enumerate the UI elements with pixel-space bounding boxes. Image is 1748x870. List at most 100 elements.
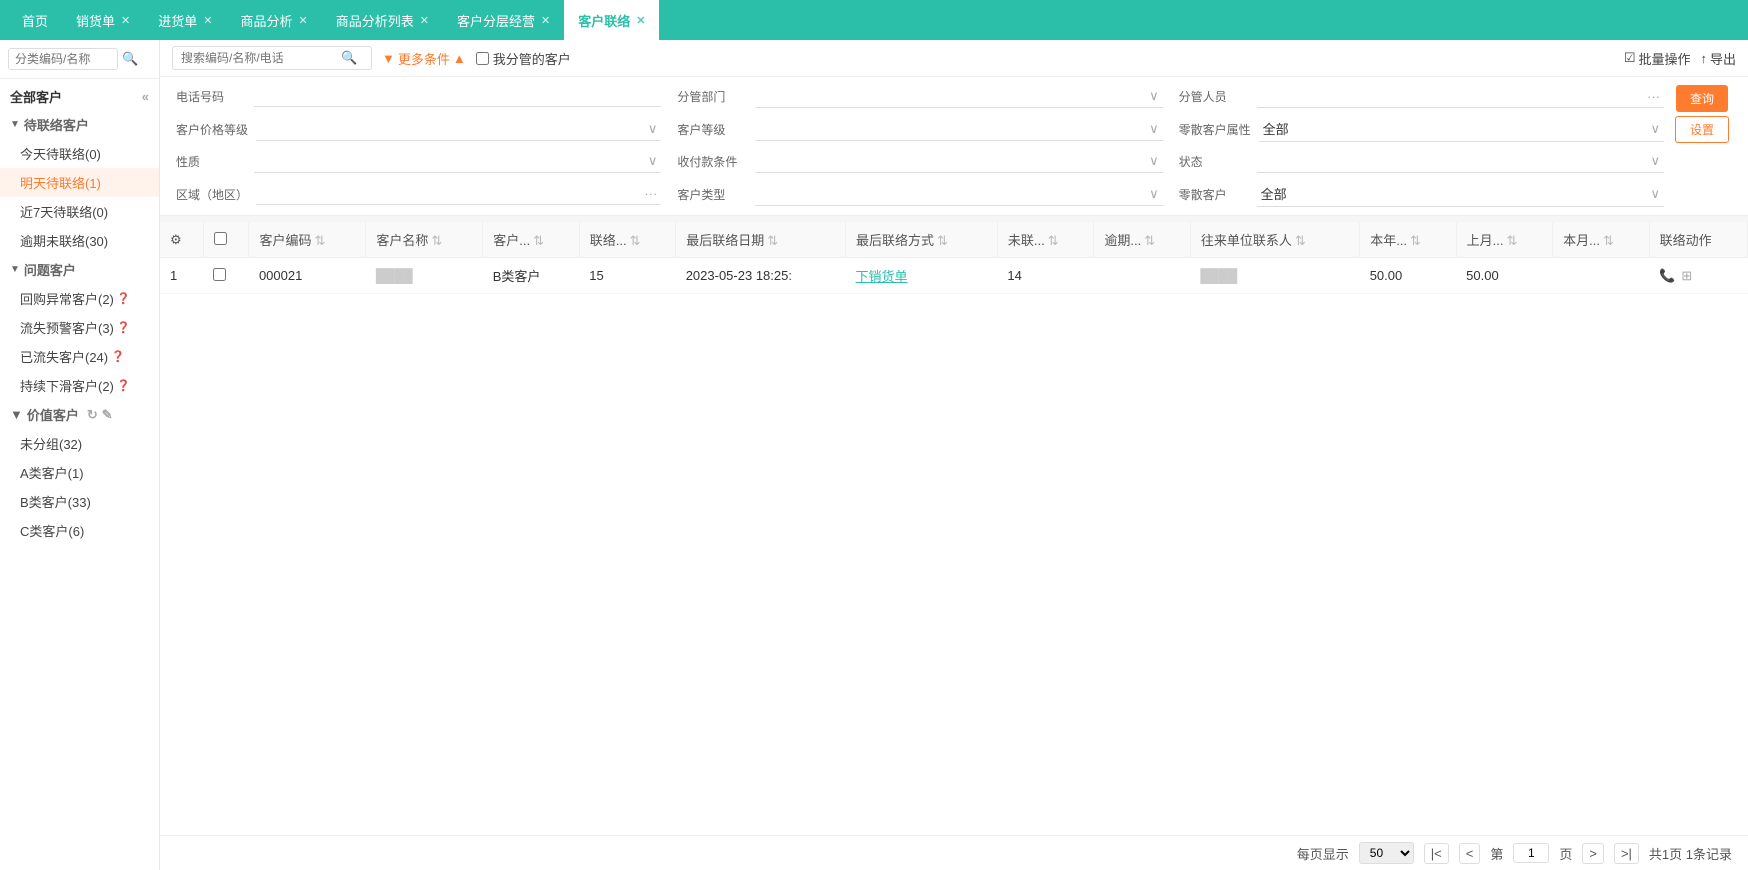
- collapse-icon[interactable]: «: [142, 89, 149, 104]
- sidebar-item-7day-contact[interactable]: 近7天待联络(0): [0, 197, 159, 226]
- phone-action-icon[interactable]: 📞: [1659, 268, 1675, 284]
- prev-page-btn[interactable]: <: [1459, 843, 1481, 864]
- last-page-btn[interactable]: >|: [1614, 843, 1639, 864]
- page-label: 第: [1490, 844, 1503, 863]
- cell-index: 1: [160, 258, 203, 294]
- payment-terms-select[interactable]: ∨: [755, 150, 1162, 173]
- sidebar-item-churn-warning[interactable]: 流失预警客户(3) ❓: [0, 313, 159, 342]
- sidebar-item-ungrouped[interactable]: 未分组(32): [0, 429, 159, 458]
- sidebar-item-overdue-contact[interactable]: 逾期未联络(30): [0, 226, 159, 255]
- cell-code: 000021: [249, 258, 366, 294]
- qr-action-icon[interactable]: ⊞: [1681, 268, 1692, 284]
- sidebar-item-today-contact[interactable]: 今天待联络(0): [0, 139, 159, 168]
- nav-sales-order[interactable]: 销货单 ✕: [62, 0, 144, 40]
- my-customers-checkbox[interactable]: [476, 52, 489, 65]
- pending-group-triangle: ▼: [10, 119, 20, 130]
- scatter-customer-select[interactable]: 全部 ∨: [1257, 181, 1664, 207]
- sidebar-item-c-class[interactable]: C类客户(6): [0, 516, 159, 545]
- value-customer-group: ▼ 价值客户 ↻ ✎: [0, 400, 159, 429]
- cell-checkbox: [203, 258, 249, 294]
- person-dots-icon[interactable]: ···: [1647, 89, 1660, 104]
- filter-row-2: 客户价格等级 ∨ 客户等级 ∨: [176, 116, 1664, 142]
- table-row: 1 000021 ████ B类客户 15 2023-05-23 18:25: …: [160, 258, 1748, 294]
- export-icon: ↑: [1700, 51, 1707, 66]
- close-product-analysis-icon[interactable]: ✕: [299, 14, 308, 27]
- per-page-label: 每页显示: [1297, 844, 1349, 863]
- price-level-select[interactable]: ∨: [256, 118, 661, 141]
- my-customers-checkbox-area: 我分管的客户: [476, 49, 571, 68]
- top-navigation: 首页 销货单 ✕ 进货单 ✕ 商品分析 ✕ 商品分析列表 ✕ 客户分层经营 ✕ …: [0, 0, 1748, 40]
- next-page-btn[interactable]: >: [1582, 843, 1604, 864]
- nav-purchase-order[interactable]: 进货单 ✕: [144, 0, 226, 40]
- sidebar-item-abnormal-repurchase[interactable]: 回购异常客户(2) ❓: [0, 284, 159, 313]
- help-icon-churn: ❓: [117, 321, 131, 334]
- col-overdue: 逾期...⇅: [1094, 222, 1190, 258]
- sidebar-item-lost-customer[interactable]: 已流失客户(24) ❓: [0, 342, 159, 371]
- action-icons: 📞 ⊞: [1659, 268, 1737, 284]
- filter-right-actions: ☑ 批量操作 ↑ 导出: [1624, 49, 1736, 68]
- export-btn[interactable]: ↑ 导出: [1700, 49, 1736, 68]
- filter-field-customer-type: 客户类型 ∨: [677, 183, 1162, 206]
- nav-product-analysis-list[interactable]: 商品分析列表 ✕: [322, 0, 443, 40]
- sidebar-search-input[interactable]: [8, 48, 118, 70]
- sidebar-search-icon[interactable]: 🔍: [122, 51, 138, 67]
- value-group-edit-icon[interactable]: ✎: [102, 407, 113, 423]
- region-dots-icon[interactable]: ···: [644, 186, 657, 201]
- all-customers-label: 全部客户: [10, 87, 62, 106]
- close-customer-contact-icon[interactable]: ✕: [636, 14, 645, 27]
- table-footer: 每页显示 50 100 200 |< < 第 页 > >| 共1页 1条记录: [160, 835, 1748, 870]
- data-table-container: ⚙ 客户编码⇅ 客户名称⇅ 客户...⇅ 联络...⇅ 最后联络日期⇅ 最后联络…: [160, 222, 1748, 835]
- cell-last-contact-method: 下销货单: [846, 258, 998, 294]
- sidebar-item-declining-customer[interactable]: 持续下滑客户(2) ❓: [0, 371, 159, 400]
- filter-field-dept: 分管部门 ∨: [677, 85, 1162, 108]
- cell-last-contact-date: 2023-05-23 18:25:: [676, 258, 846, 294]
- col-contacts: 联络...⇅: [579, 222, 675, 258]
- select-all-checkbox[interactable]: [214, 232, 227, 245]
- problem-customer-group: ▼ 问题客户: [0, 255, 159, 284]
- cell-contacts: 15: [579, 258, 675, 294]
- customer-level-select[interactable]: ∨: [755, 118, 1162, 141]
- close-product-analysis-list-icon[interactable]: ✕: [420, 14, 429, 27]
- filter-search-icon[interactable]: 🔍: [341, 50, 357, 66]
- per-page-select[interactable]: 50 100 200: [1359, 842, 1414, 864]
- phone-input[interactable]: [254, 86, 661, 107]
- nav-customer-contact[interactable]: 客户联络 ✕: [564, 0, 659, 40]
- nav-product-analysis[interactable]: 商品分析 ✕: [226, 0, 321, 40]
- content-area: 🔍 ▼ 更多条件 ▲ 我分管的客户 ☑ 批量操作 ↑ 导出: [160, 40, 1748, 870]
- settings-button[interactable]: 设置: [1675, 116, 1729, 143]
- problem-group-triangle: ▼: [10, 264, 20, 275]
- page-input[interactable]: [1513, 843, 1549, 863]
- scatter-attr-select[interactable]: 全部 ∨: [1259, 116, 1664, 142]
- close-sales-order-icon[interactable]: ✕: [121, 14, 130, 27]
- query-button[interactable]: 查询: [1676, 85, 1728, 112]
- value-group-refresh-icon[interactable]: ↻: [87, 407, 98, 423]
- col-this-month: 本月...⇅: [1553, 222, 1649, 258]
- dept-select[interactable]: ∨: [755, 85, 1162, 108]
- filter-field-scatter-customer: 零散客户 全部 ∨: [1179, 181, 1664, 207]
- sidebar-item-tomorrow-contact[interactable]: 明天待联络(1): [0, 168, 159, 197]
- batch-ops-btn[interactable]: ☑ 批量操作: [1624, 49, 1691, 68]
- sidebar-item-a-class[interactable]: A类客户(1): [0, 458, 159, 487]
- customer-type-select[interactable]: ∨: [755, 183, 1162, 206]
- filter-field-region: 区域（地区） ···: [176, 183, 661, 205]
- filter-icon: ▼: [382, 51, 395, 66]
- filter-row-3: 性质 ∨ 收付款条件 ∨: [176, 150, 1664, 173]
- filter-actions: 查询 设置: [1672, 85, 1732, 207]
- row-checkbox[interactable]: [213, 268, 226, 281]
- close-customer-segmentation-icon[interactable]: ✕: [541, 14, 550, 27]
- close-purchase-order-icon[interactable]: ✕: [203, 14, 212, 27]
- more-conditions-btn[interactable]: ▼ 更多条件 ▲: [382, 49, 466, 68]
- filter-search-input[interactable]: [181, 51, 341, 65]
- first-page-btn[interactable]: |<: [1424, 843, 1449, 864]
- cell-overdue: [1094, 258, 1190, 294]
- nav-customer-segmentation[interactable]: 客户分层经营 ✕: [443, 0, 564, 40]
- col-last-contact-method: 最后联络方式⇅: [846, 222, 998, 258]
- sidebar-item-b-class[interactable]: B类客户(33): [0, 487, 159, 516]
- col-checkbox: [203, 222, 249, 258]
- col-unit-contact: 往来单位联系人⇅: [1190, 222, 1359, 258]
- status-select[interactable]: ∨: [1257, 150, 1664, 173]
- nature-select[interactable]: ∨: [254, 150, 661, 173]
- last-contact-method-link[interactable]: 下销货单: [856, 269, 908, 284]
- filter-bar: 🔍 ▼ 更多条件 ▲ 我分管的客户 ☑ 批量操作 ↑ 导出: [160, 40, 1748, 77]
- nav-home[interactable]: 首页: [8, 0, 62, 40]
